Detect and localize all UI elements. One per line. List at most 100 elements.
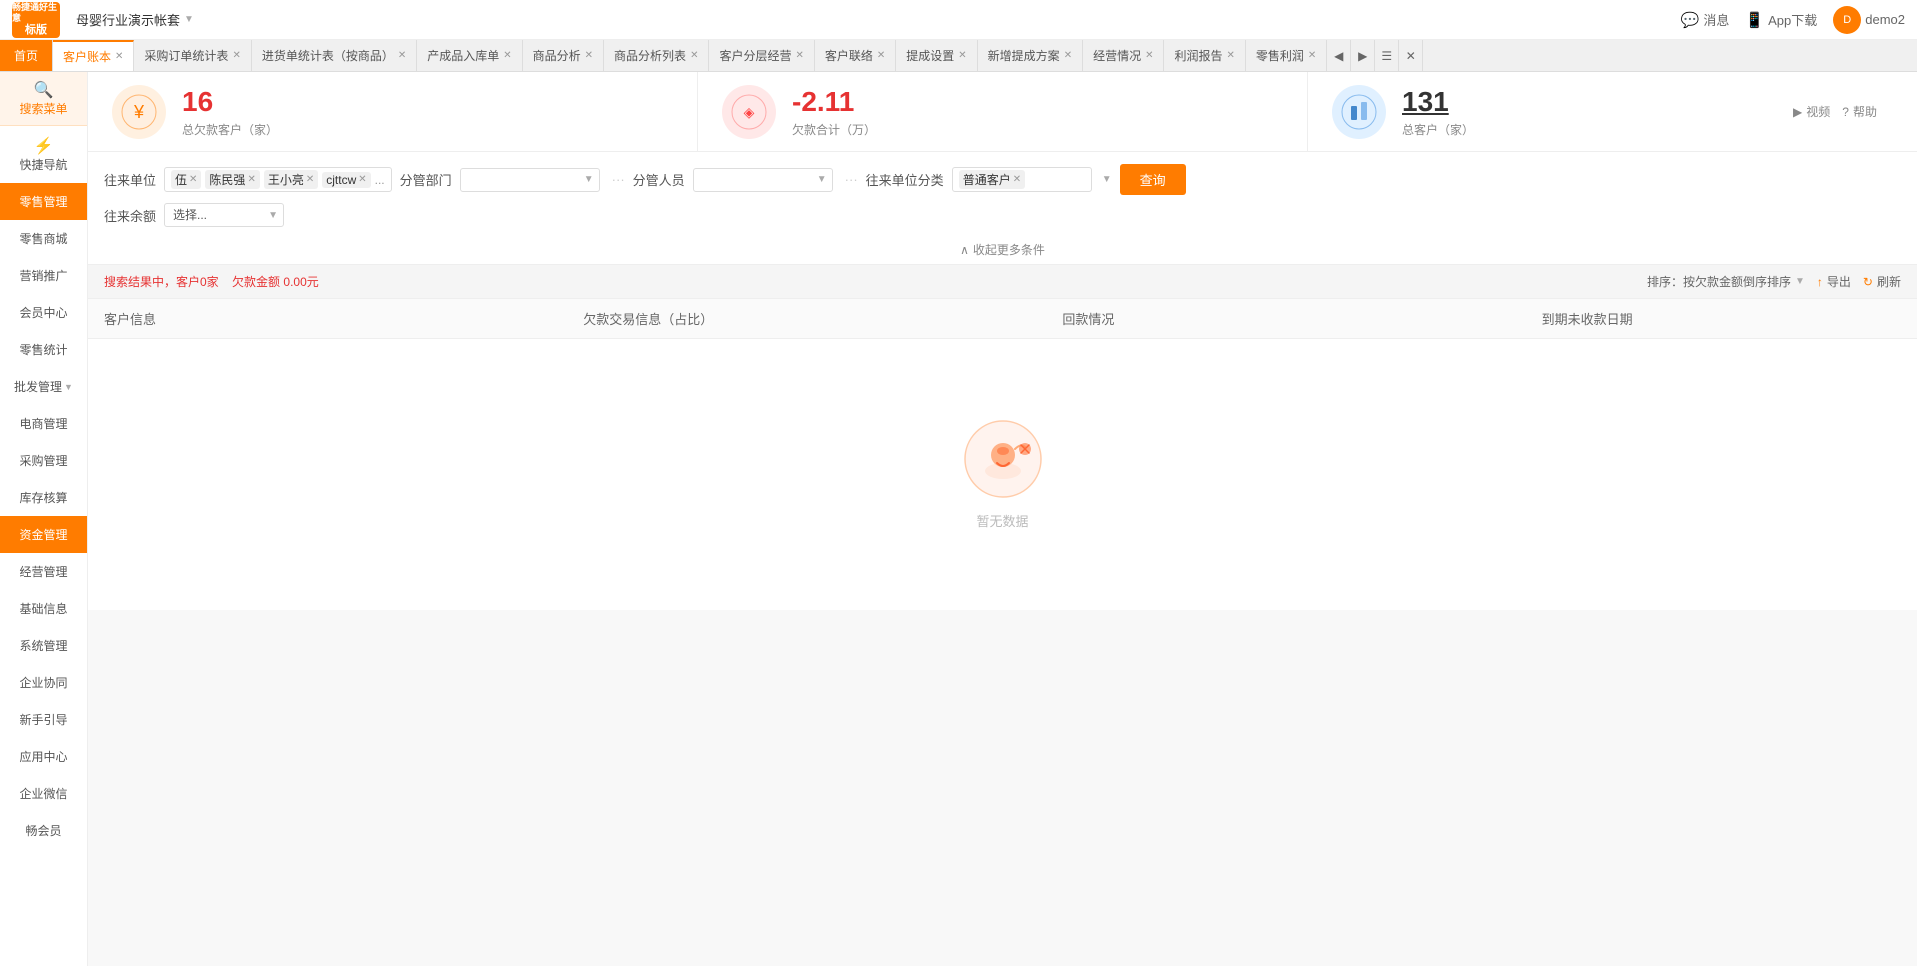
- close-icon[interactable]: ✕: [1064, 50, 1072, 61]
- tab-close-all-button[interactable]: ✕: [1399, 40, 1423, 72]
- table-header: 客户信息 欠款交易信息（占比） 回款情况 到期未收款日期: [88, 299, 1917, 339]
- sidebar-item-finance[interactable]: 资金管理: [0, 516, 87, 553]
- close-icon[interactable]: ✕: [115, 51, 123, 62]
- amount-value: -2.11: [792, 85, 876, 119]
- sidebar-item-basic-info[interactable]: 基础信息: [0, 590, 87, 627]
- remove-tag-chen[interactable]: ✕: [247, 174, 255, 185]
- sidebar-item-ecommerce[interactable]: 电商管理: [0, 405, 87, 442]
- sidebar-item-app-center[interactable]: 应用中心: [0, 738, 87, 775]
- tab-inbound-stats[interactable]: 进货单统计表（按商品） ✕: [252, 40, 417, 72]
- tab-product-analysis[interactable]: 商品分析 ✕: [523, 40, 604, 72]
- user-profile[interactable]: D demo2: [1833, 6, 1905, 34]
- tab-profit-report[interactable]: 利润报告 ✕: [1164, 40, 1245, 72]
- close-icon[interactable]: ✕: [585, 50, 593, 61]
- sidebar-item-wholesale[interactable]: 批发管理 ▼: [0, 368, 87, 405]
- stat-card-customers: ¥ 16 总欠款客户（家）: [88, 72, 698, 151]
- help-button[interactable]: ? 帮助: [1842, 103, 1877, 120]
- video-icon: ▶: [1793, 105, 1802, 119]
- sidebar-item-vip[interactable]: 畅会员: [0, 812, 87, 849]
- close-icon[interactable]: ✕: [877, 50, 885, 61]
- dept-filter-label: 分管部门: [400, 170, 452, 189]
- tab-operations[interactable]: 经营情况 ✕: [1083, 40, 1164, 72]
- close-icon[interactable]: ✕: [1308, 50, 1316, 61]
- tab-prev-button[interactable]: ◀: [1327, 40, 1351, 72]
- help-icon: ?: [1842, 105, 1849, 119]
- tab-purchase-order[interactable]: 采购订单统计表 ✕: [134, 40, 251, 72]
- store-selector[interactable]: 母婴行业演示帐套 ▼: [68, 6, 202, 33]
- remove-tag-wu[interactable]: ✕: [189, 174, 197, 185]
- tab-customer-layered[interactable]: 客户分层经营 ✕: [709, 40, 814, 72]
- close-icon[interactable]: ✕: [690, 50, 698, 61]
- tab-home[interactable]: 首页: [0, 40, 53, 72]
- collapse-button[interactable]: ∧ 收起更多条件: [104, 235, 1901, 264]
- sidebar-item-inventory[interactable]: 库存核算: [0, 479, 87, 516]
- chevron-down-icon: ▼: [64, 382, 73, 392]
- sidebar-item-operations-mgmt[interactable]: 经营管理: [0, 553, 87, 590]
- tab-menu-button[interactable]: ☰: [1375, 40, 1399, 72]
- remove-unit-class-tag[interactable]: ✕: [1013, 174, 1021, 185]
- tab-retail-profit[interactable]: 零售利润 ✕: [1246, 40, 1327, 72]
- person-more-icon[interactable]: ···: [845, 172, 858, 187]
- result-row: 搜索结果中，客户0家 欠款金额 0.00元 排序：按欠款金额倒序排序 ▼ ↑ 导…: [88, 265, 1917, 299]
- sidebar-item-member-center[interactable]: 会员中心: [0, 294, 87, 331]
- remove-tag-wang[interactable]: ✕: [306, 174, 314, 185]
- sidebar-item-quick-nav[interactable]: ⚡ 快捷导航: [0, 126, 87, 183]
- data-table: 客户信息 欠款交易信息（占比） 回款情况 到期未收款日期: [88, 299, 1917, 610]
- total-customers-label: 总客户（家）: [1402, 121, 1474, 138]
- tab-add-commission[interactable]: 新增提成方案 ✕: [978, 40, 1083, 72]
- result-actions: 排序：按欠款金额倒序排序 ▼ ↑ 导出 ↻ 刷新: [1647, 273, 1901, 290]
- tab-product-inbound[interactable]: 产成品入库单 ✕: [417, 40, 522, 72]
- app-download-button[interactable]: 📱 App下载: [1745, 10, 1817, 29]
- sidebar-item-marketing[interactable]: 营销推广: [0, 257, 87, 294]
- remove-tag-cjttcw[interactable]: ✕: [358, 174, 366, 185]
- sidebar-item-system[interactable]: 系统管理: [0, 627, 87, 664]
- person-select[interactable]: [693, 168, 833, 192]
- unit-class-tag-normal: 普通客户 ✕: [959, 170, 1025, 189]
- close-icon[interactable]: ✕: [1145, 50, 1153, 61]
- message-button[interactable]: 💬 消息: [1681, 10, 1730, 29]
- col-customer-info: 客户信息: [104, 309, 583, 328]
- brand-logo: 畅捷通好生意 标版: [12, 2, 60, 38]
- sidebar-search[interactable]: 🔍 搜索菜单: [0, 72, 87, 126]
- sort-selector[interactable]: 排序：按欠款金额倒序排序 ▼: [1647, 273, 1805, 290]
- sidebar-item-retail[interactable]: 零售管理: [0, 183, 87, 220]
- unit-class-tags-input[interactable]: 普通客户 ✕: [952, 167, 1092, 192]
- page-actions: ▶ 视频 ? 帮助: [1490, 103, 1893, 120]
- dept-select[interactable]: [460, 168, 600, 192]
- balance-select[interactable]: 选择...: [164, 203, 284, 227]
- dept-more-icon[interactable]: ···: [612, 172, 625, 187]
- amount-stat-info: -2.11 欠款合计（万）: [792, 85, 876, 138]
- chevron-down-icon: ▼: [184, 14, 194, 25]
- refresh-button[interactable]: ↻ 刷新: [1863, 273, 1901, 290]
- amount-icon: ◈: [722, 85, 776, 139]
- sidebar-item-retail-mall[interactable]: 零售商城: [0, 220, 87, 257]
- sidebar-item-enterprise-collab[interactable]: 企业协同: [0, 664, 87, 701]
- sidebar-item-retail-stats[interactable]: 零售统计: [0, 331, 87, 368]
- sidebar-item-purchase[interactable]: 采购管理: [0, 442, 87, 479]
- close-icon[interactable]: ✕: [795, 50, 803, 61]
- result-summary: 搜索结果中，客户0家 欠款金额 0.00元: [104, 273, 319, 290]
- close-icon[interactable]: ✕: [958, 50, 966, 61]
- person-filter-label: 分管人员: [633, 170, 685, 189]
- unit-tags-input[interactable]: 伍 ✕ 陈民强 ✕ 王小亮 ✕ cjttcw ✕ ...: [164, 167, 392, 192]
- tab-customer-ledger[interactable]: 客户账本 ✕: [53, 40, 134, 72]
- sidebar-item-new-guide[interactable]: 新手引导: [0, 701, 87, 738]
- col-debt-info: 欠款交易信息（占比）: [583, 309, 1062, 328]
- close-icon[interactable]: ✕: [1227, 50, 1235, 61]
- store-name: 母婴行业演示帐套: [76, 10, 180, 29]
- avatar: D: [1833, 6, 1861, 34]
- close-icon[interactable]: ✕: [503, 50, 511, 61]
- video-button[interactable]: ▶ 视频: [1793, 103, 1830, 120]
- close-icon[interactable]: ✕: [398, 50, 406, 61]
- tab-commission-settings[interactable]: 提成设置 ✕: [896, 40, 977, 72]
- tab-customer-contact[interactable]: 客户联络 ✕: [815, 40, 896, 72]
- total-customers-stat-info: 131 总客户（家）: [1402, 85, 1474, 138]
- export-button[interactable]: ↑ 导出: [1817, 273, 1851, 290]
- more-tags-button[interactable]: ...: [375, 173, 385, 187]
- tab-next-button[interactable]: ▶: [1351, 40, 1375, 72]
- sidebar-item-enterprise-wechat[interactable]: 企业微信: [0, 775, 87, 812]
- balance-select-wrapper: 选择... ▼: [164, 203, 284, 227]
- query-button[interactable]: 查询: [1120, 164, 1186, 195]
- close-icon[interactable]: ✕: [232, 50, 240, 61]
- tab-product-analysis-list[interactable]: 商品分析列表 ✕: [604, 40, 709, 72]
